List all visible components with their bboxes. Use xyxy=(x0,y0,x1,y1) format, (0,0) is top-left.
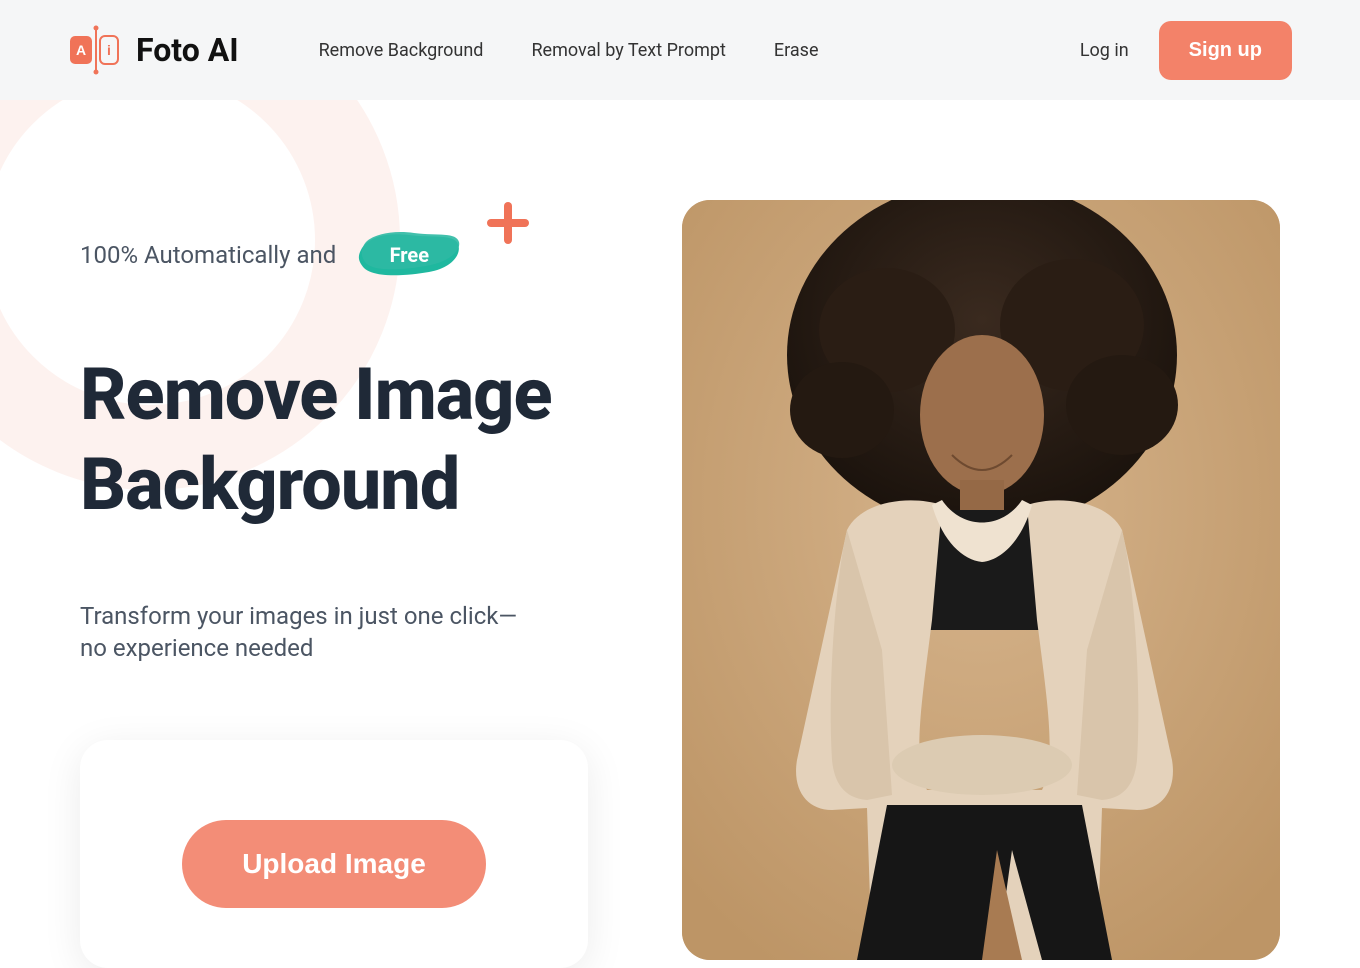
plus-icon xyxy=(485,200,531,250)
main-nav: Remove Background Removal by Text Prompt… xyxy=(319,40,819,61)
svg-text:A: A xyxy=(76,42,86,58)
upload-image-button[interactable]: Upload Image xyxy=(182,820,486,908)
tagline-text: 100% Automatically and xyxy=(80,241,336,269)
page-headline: Remove Image Background xyxy=(80,350,680,530)
login-link[interactable]: Log in xyxy=(1080,40,1129,61)
brand-name: Foto AI xyxy=(136,31,239,69)
main-content: 100% Automatically and Free Remove Image… xyxy=(0,100,1360,968)
header-actions: Log in Sign up xyxy=(1080,21,1292,80)
signup-button[interactable]: Sign up xyxy=(1159,21,1292,80)
hero-left: 100% Automatically and Free Remove Image… xyxy=(80,100,680,968)
nav-erase[interactable]: Erase xyxy=(774,40,819,61)
logo-icon: A i xyxy=(68,24,120,76)
svg-text:i: i xyxy=(107,42,111,58)
hero-subtext: Transform your images in just one click—… xyxy=(80,600,520,665)
tagline-row: 100% Automatically and Free xyxy=(80,220,680,290)
hero-right xyxy=(682,100,1280,968)
logo[interactable]: A i Foto AI xyxy=(68,24,239,76)
free-badge: Free xyxy=(354,220,464,290)
free-badge-label: Free xyxy=(390,243,429,267)
nav-removal-by-text[interactable]: Removal by Text Prompt xyxy=(531,40,725,61)
nav-remove-background[interactable]: Remove Background xyxy=(319,40,484,61)
header: A i Foto AI Remove Background Removal by… xyxy=(0,0,1360,100)
upload-card: Upload Image xyxy=(80,740,588,968)
hero-image xyxy=(682,200,1280,960)
